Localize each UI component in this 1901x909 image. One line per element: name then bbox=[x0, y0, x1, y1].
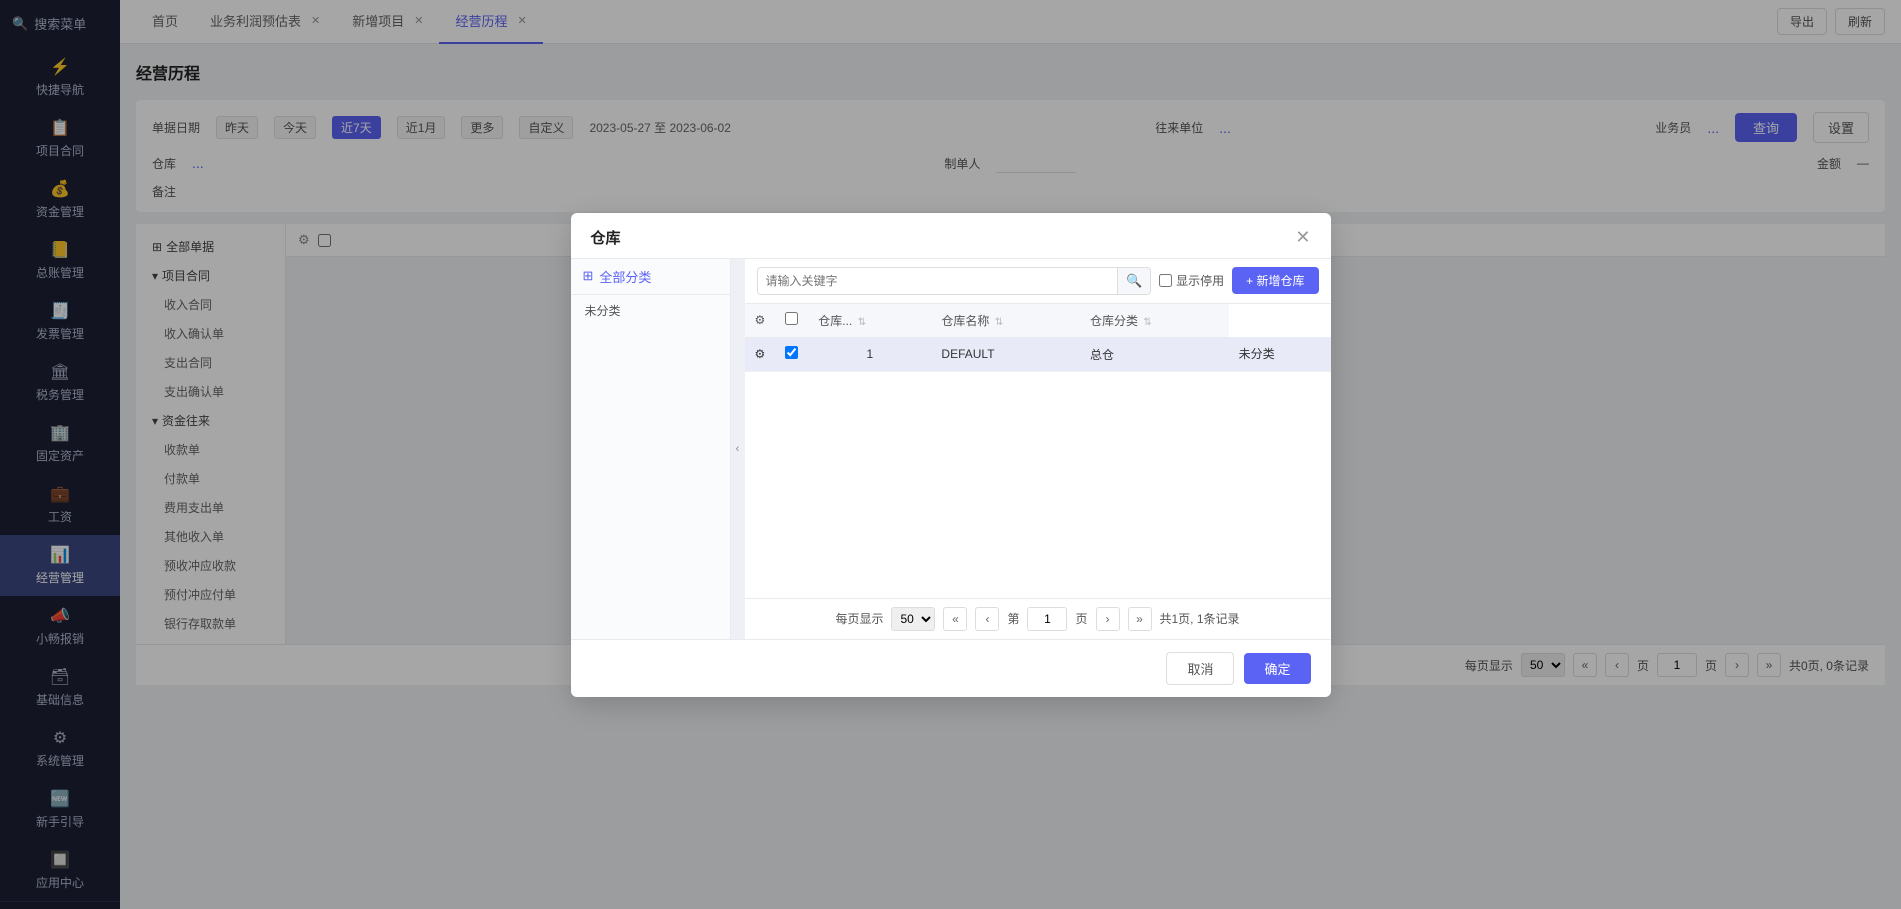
row-name: 总仓 bbox=[1080, 337, 1229, 371]
warehouse-table: ⚙ 仓库... ⇅ 仓库名称 ⇅ 仓库分类 bbox=[745, 304, 1331, 372]
modal-close-icon[interactable]: ✕ bbox=[1295, 227, 1310, 248]
row-num: 1 bbox=[808, 337, 931, 371]
modal-page-of-label: 页 bbox=[1075, 610, 1087, 627]
search-icon-modal: 🔍 bbox=[1126, 273, 1142, 289]
th-name: 仓库名称 ⇅ bbox=[931, 304, 1080, 338]
th-code: 仓库... ⇅ bbox=[808, 304, 931, 338]
modal-first-page-btn[interactable]: « bbox=[943, 607, 967, 631]
modal-prev-page-btn[interactable]: ‹ bbox=[975, 607, 999, 631]
row-code: DEFAULT bbox=[931, 337, 1080, 371]
modal-page-label: 第 bbox=[1007, 610, 1019, 627]
cancel-button[interactable]: 取消 bbox=[1166, 652, 1234, 685]
modal-left-header[interactable]: ⊞ 全部分类 bbox=[571, 259, 730, 295]
modal-last-page-btn[interactable]: » bbox=[1128, 607, 1152, 631]
sort-code-icon: ⇅ bbox=[858, 317, 866, 328]
th-gear: ⚙ bbox=[745, 304, 776, 338]
show-disabled-label: 显示停用 bbox=[1176, 272, 1224, 289]
show-disabled-wrapper: 显示停用 bbox=[1159, 272, 1224, 289]
modal-next-page-btn[interactable]: › bbox=[1096, 607, 1120, 631]
modal-pagination: 每页显示 50 « ‹ 第 页 › » 共1页, 1条记录 bbox=[745, 598, 1331, 639]
modal-title: 仓库 bbox=[591, 227, 621, 248]
th-check bbox=[775, 304, 808, 338]
modal-header: 仓库 ✕ bbox=[571, 213, 1331, 259]
row-gear: ⚙ bbox=[745, 337, 776, 371]
collapse-panel-btn[interactable]: ‹ bbox=[731, 259, 745, 639]
sort-name-icon: ⇅ bbox=[995, 317, 1003, 328]
row-checkbox[interactable] bbox=[785, 346, 798, 359]
modal-toolbar: 🔍 显示停用 + 新增仓库 bbox=[745, 259, 1331, 304]
row-check bbox=[775, 337, 808, 371]
th-category: 仓库分类 ⇅ bbox=[1080, 304, 1229, 338]
row-category: 未分类 bbox=[1229, 337, 1331, 371]
warehouse-search-input[interactable] bbox=[758, 274, 1117, 288]
modal-table-wrap: ⚙ 仓库... ⇅ 仓库名称 ⇅ 仓库分类 bbox=[745, 304, 1331, 598]
modal-per-page-label: 每页显示 bbox=[835, 610, 883, 627]
modal-per-page-select[interactable]: 50 bbox=[891, 607, 935, 631]
modal-category-unclassified[interactable]: 未分类 bbox=[571, 295, 730, 326]
modal-body: ⊞ 全部分类 未分类 ‹ 🔍 显示 bbox=[571, 259, 1331, 639]
warehouse-modal: 仓库 ✕ ⊞ 全部分类 未分类 ‹ 🔍 bbox=[571, 213, 1331, 697]
modal-right-panel: 🔍 显示停用 + 新增仓库 ⚙ 仓 bbox=[745, 259, 1331, 639]
modal-left-panel: ⊞ 全部分类 未分类 bbox=[571, 259, 731, 639]
grid-icon-modal: ⊞ bbox=[583, 268, 594, 284]
search-btn[interactable]: 🔍 bbox=[1117, 268, 1150, 294]
modal-total-info: 共1页, 1条记录 bbox=[1160, 610, 1240, 627]
table-header-row: ⚙ 仓库... ⇅ 仓库名称 ⇅ 仓库分类 bbox=[745, 304, 1331, 338]
collapse-icon: ‹ bbox=[736, 443, 740, 455]
modal-footer: 取消 确定 bbox=[571, 639, 1331, 697]
search-input-wrapper: 🔍 bbox=[757, 267, 1152, 295]
add-warehouse-button[interactable]: + 新增仓库 bbox=[1232, 267, 1318, 294]
table-row[interactable]: ⚙ 1 DEFAULT 总仓 未分类 bbox=[745, 337, 1331, 371]
modal-page-input[interactable] bbox=[1027, 607, 1067, 631]
sort-category-icon: ⇅ bbox=[1143, 317, 1151, 328]
show-disabled-checkbox[interactable] bbox=[1159, 274, 1172, 287]
confirm-button[interactable]: 确定 bbox=[1244, 653, 1310, 684]
select-all-modal-checkbox[interactable] bbox=[785, 312, 798, 325]
